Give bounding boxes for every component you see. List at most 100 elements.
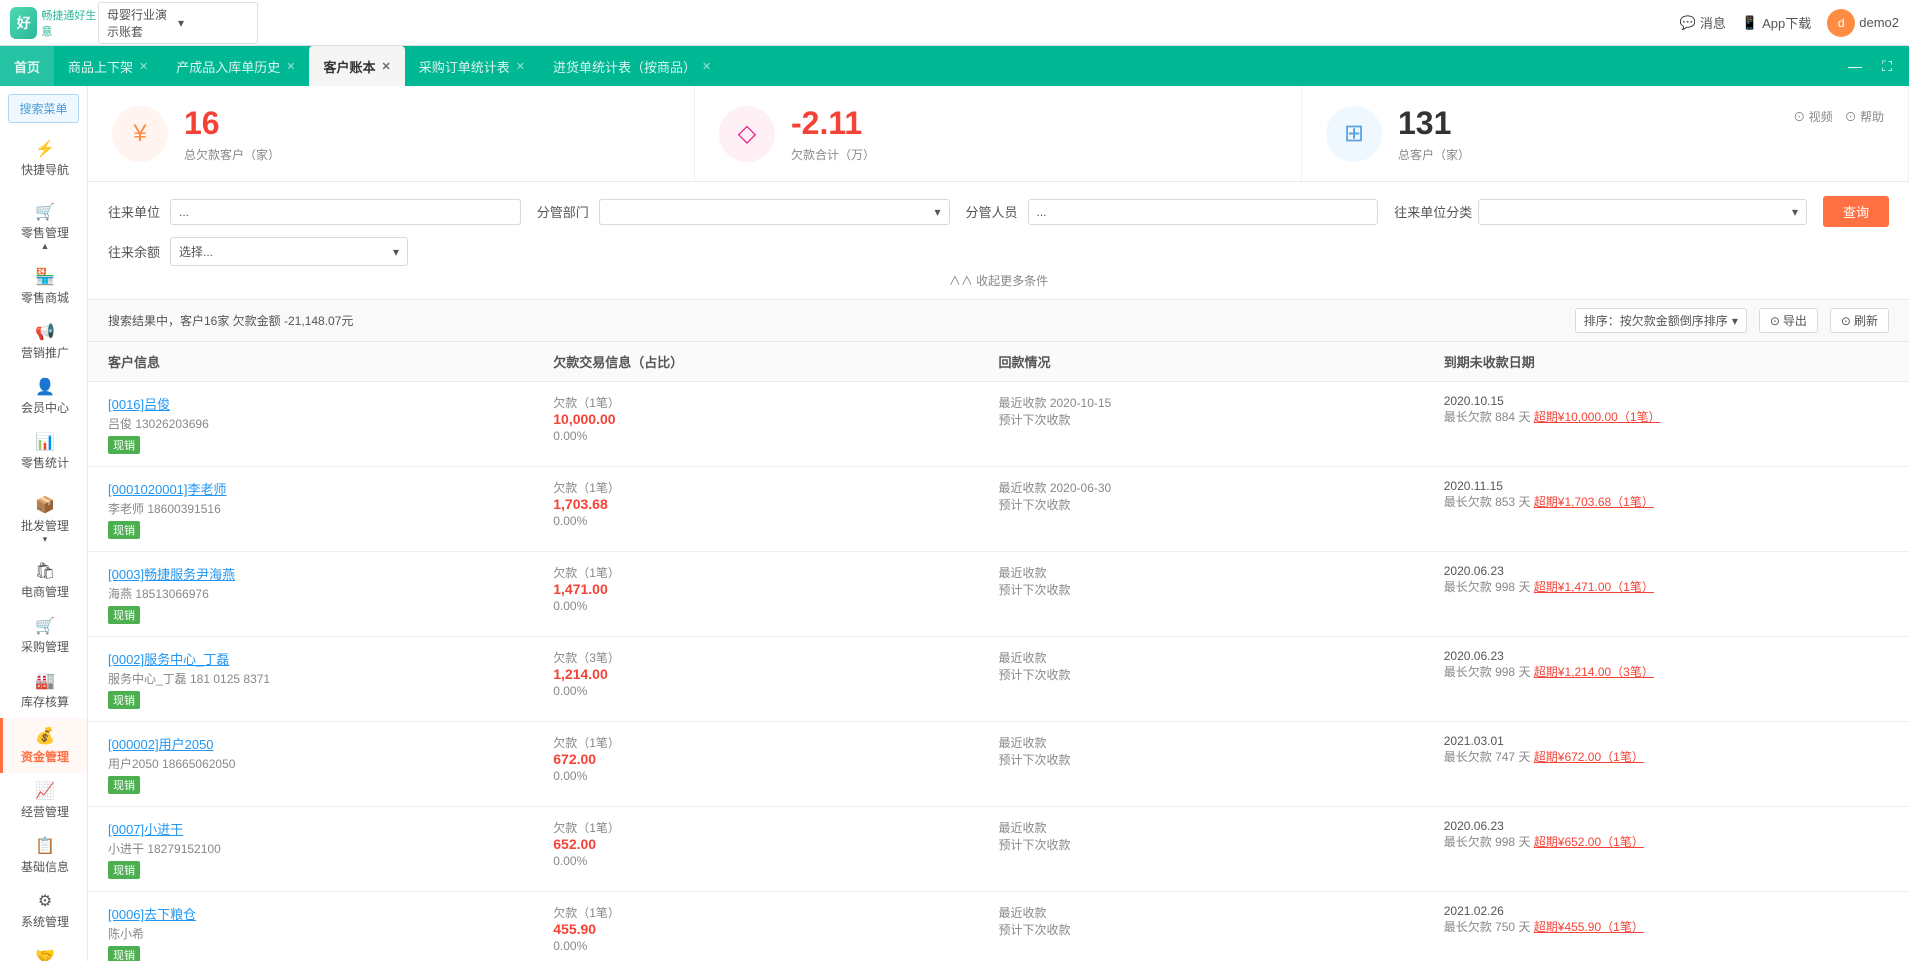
collection-cell: 最近收款 预计下次收款 bbox=[999, 649, 1444, 683]
store-name: 母婴行业演示账套 bbox=[107, 6, 178, 40]
collapse-btn[interactable]: ∧∧ 收起更多条件 bbox=[949, 272, 1048, 289]
col-due-date: 到期未收款日期 bbox=[1444, 352, 1889, 371]
manager-input[interactable]: ... bbox=[1028, 199, 1379, 225]
customer-name-link[interactable]: [0001020001]李老师 bbox=[108, 479, 553, 498]
tab-product-history[interactable]: 产成品入库单历史 ✕ bbox=[162, 46, 309, 86]
sidebar-item-label: 会员中心 bbox=[21, 399, 69, 416]
store-select[interactable]: 母婴行业演示账套 ▾ bbox=[98, 2, 258, 44]
stat-number-debt-customers: 16 bbox=[184, 104, 670, 142]
sidebar-item-quick-nav[interactable]: ⚡ 快捷导航 bbox=[0, 131, 87, 186]
table-row: [0016]吕俊 吕俊 13026203696 现销 欠款（1笔） 10,000… bbox=[88, 382, 1909, 467]
table-header: 客户信息 欠款交易信息（占比） 回款情况 到期未收款日期 bbox=[88, 342, 1909, 382]
customer-contact: 小进干 18279152100 bbox=[108, 840, 553, 857]
chevron-down-icon: ▾ bbox=[934, 205, 940, 219]
logo-area: 好 畅捷通好生意 bbox=[10, 7, 98, 39]
sidebar-item-batch-mgmt[interactable]: 📦 批发管理 ▾ bbox=[0, 487, 87, 553]
close-icon[interactable]: ✕ bbox=[139, 60, 148, 73]
tab-customer-account[interactable]: 客户账本 ✕ bbox=[309, 46, 404, 86]
debt-info-cell: 欠款（1笔） 455.90 0.00% bbox=[553, 904, 998, 953]
customer-info-cell: [0001020001]李老师 李老师 18600391516 现销 bbox=[108, 479, 553, 539]
sidebar-item-system[interactable]: ⚙ 系统管理 bbox=[0, 883, 87, 938]
tab-purchase-order[interactable]: 采购订单统计表 ✕ bbox=[405, 46, 539, 86]
sidebar-item-operations[interactable]: 📈 经营管理 bbox=[0, 773, 87, 828]
stat-number-total-customers: 131 bbox=[1398, 104, 1777, 142]
sidebar-item-marketing[interactable]: 📢 营销推广 bbox=[0, 314, 87, 369]
close-icon[interactable]: ✕ bbox=[286, 60, 295, 73]
customer-tag: 现销 bbox=[108, 691, 140, 709]
close-icon[interactable]: ✕ bbox=[516, 60, 525, 73]
sidebar-item-purchase[interactable]: 🛒 采购管理 bbox=[0, 608, 87, 663]
sidebar-item-retail-mgmt[interactable]: 🛒 零售管理 ▲ bbox=[0, 194, 87, 259]
customer-name-link[interactable]: [0016]吕俊 bbox=[108, 394, 553, 413]
sidebar-item-finance[interactable]: 💰 资金管理 bbox=[0, 718, 87, 773]
quick-nav-label: 快捷导航 bbox=[21, 161, 69, 178]
customer-name-link[interactable]: [000002]用户2050 bbox=[108, 734, 553, 753]
last-collection: 最近收款 2020-06-30 bbox=[999, 479, 1444, 496]
sidebar-item-ecommerce[interactable]: 🛍 电商管理 bbox=[0, 553, 87, 608]
customer-info-cell: [000002]用户2050 用户2050 18665062050 现销 bbox=[108, 734, 553, 794]
table-row: [000002]用户2050 用户2050 18665062050 现销 欠款（… bbox=[88, 722, 1909, 807]
sidebar-item-label: 零售统计 bbox=[21, 454, 69, 471]
chevron-down-icon: ▾ bbox=[1732, 314, 1738, 328]
query-button[interactable]: 查询 bbox=[1823, 196, 1889, 227]
tab-maximize-btn[interactable]: ⛶ bbox=[1875, 54, 1899, 78]
overdue-link[interactable]: 超期¥1,703.68（1笔） bbox=[1534, 495, 1654, 509]
tab-product-status[interactable]: 商品上下架 ✕ bbox=[54, 46, 162, 86]
debt-pct: 0.00% bbox=[553, 429, 998, 443]
sidebar-item-enterprise-collab[interactable]: 🤝 企业协同 bbox=[0, 938, 87, 961]
overdue-link[interactable]: 超期¥672.00（1笔） bbox=[1534, 750, 1644, 764]
close-icon[interactable]: ✕ bbox=[382, 60, 391, 73]
stat-label-debt-total: 欠款合计（万） bbox=[791, 146, 1277, 163]
sidebar-item-label: 批发管理 bbox=[21, 517, 69, 534]
message-icon: 💬 bbox=[1680, 15, 1696, 31]
sidebar-item-basic-info[interactable]: 📋 基础信息 bbox=[0, 828, 87, 883]
sidebar-item-retail-stats[interactable]: 📊 零售统计 bbox=[0, 424, 87, 479]
customer-name-link[interactable]: [0007]小进干 bbox=[108, 819, 553, 838]
sort-select[interactable]: 排序：按欠款金额倒序排序 ▾ bbox=[1575, 308, 1747, 333]
overdue-link[interactable]: 超期¥10,000.00（1笔） bbox=[1534, 410, 1661, 424]
due-date: 2020.10.15 bbox=[1444, 394, 1889, 408]
export-button[interactable]: ⊙ 导出 bbox=[1759, 308, 1818, 333]
help-btn[interactable]: ⊙ 帮助 bbox=[1845, 108, 1884, 125]
customer-name-link[interactable]: [0002]服务中心_丁磊 bbox=[108, 649, 553, 668]
close-icon[interactable]: ✕ bbox=[702, 60, 711, 73]
search-menu-btn[interactable]: 搜索菜单 bbox=[8, 94, 79, 123]
sidebar-item-retail-mall[interactable]: 🏪 零售商城 bbox=[0, 259, 87, 314]
tab-inventory-summary[interactable]: 进货单统计表（按商品） ✕ bbox=[539, 46, 725, 86]
app-download-btn[interactable]: 📱 App下载 bbox=[1742, 13, 1811, 32]
quick-nav-icon: ⚡ bbox=[35, 139, 55, 159]
unit-category-select[interactable]: ▾ bbox=[1478, 199, 1807, 225]
sidebar-item-member-center[interactable]: 👤 会员中心 bbox=[0, 369, 87, 424]
next-collection: 预计下次收款 bbox=[999, 666, 1444, 683]
customer-name-link[interactable]: [0006]去下粮仓 bbox=[108, 904, 553, 923]
results-bar-right: 排序：按欠款金额倒序排序 ▾ ⊙ 导出 ⊙ 刷新 bbox=[1575, 308, 1889, 333]
due-date-cell: 2021.02.26 最长欠款 750 天 超期¥455.90（1笔） bbox=[1444, 904, 1889, 935]
tab-minimize-btn[interactable]: — bbox=[1843, 54, 1867, 78]
stat-top-right: ⊙ 视频 ⊙ 帮助 bbox=[1793, 108, 1884, 125]
customer-name-link[interactable]: [0003]畅捷服务尹海燕 bbox=[108, 564, 553, 583]
chevron-down-icon: ▾ bbox=[1792, 205, 1798, 219]
due-date-cell: 2020.10.15 最长欠款 884 天 超期¥10,000.00（1笔） bbox=[1444, 394, 1889, 425]
dept-select[interactable]: ▾ bbox=[599, 199, 950, 225]
overdue-link[interactable]: 超期¥1,471.00（1笔） bbox=[1534, 580, 1654, 594]
collapse-row: ∧∧ 收起更多条件 bbox=[108, 272, 1889, 289]
manager-label: 分管人员 bbox=[966, 202, 1022, 221]
overdue-link[interactable]: 超期¥455.90（1笔） bbox=[1534, 920, 1644, 934]
refresh-button[interactable]: ⊙ 刷新 bbox=[1830, 308, 1889, 333]
balance-select[interactable]: 选择... ▾ bbox=[170, 237, 408, 266]
collection-cell: 最近收款 预计下次收款 bbox=[999, 564, 1444, 598]
collection-cell: 最近收款 2020-06-30 预计下次收款 bbox=[999, 479, 1444, 513]
sidebar-item-label: 系统管理 bbox=[21, 913, 69, 930]
overdue-link[interactable]: 超期¥652.00（1笔） bbox=[1534, 835, 1644, 849]
tab-home[interactable]: 首页 bbox=[0, 46, 54, 86]
sidebar-item-inventory[interactable]: 🏭 库存核算 bbox=[0, 663, 87, 718]
source-unit-input[interactable]: ... bbox=[170, 199, 521, 225]
col-debt-info: 欠款交易信息（占比） bbox=[553, 352, 998, 371]
collection-cell: 最近收款 预计下次收款 bbox=[999, 819, 1444, 853]
overdue-link[interactable]: 超期¥1,214.00（3笔） bbox=[1534, 665, 1654, 679]
message-btn[interactable]: 💬 消息 bbox=[1680, 13, 1726, 32]
filter-row-1: 往来单位 ... 分管部门 ▾ 分管人员 ... bbox=[108, 196, 1889, 227]
sidebar-search-area: 搜索菜单 bbox=[0, 86, 87, 131]
view-video-btn[interactable]: ⊙ 视频 bbox=[1793, 108, 1832, 125]
user-avatar[interactable]: d demo2 bbox=[1827, 9, 1899, 37]
